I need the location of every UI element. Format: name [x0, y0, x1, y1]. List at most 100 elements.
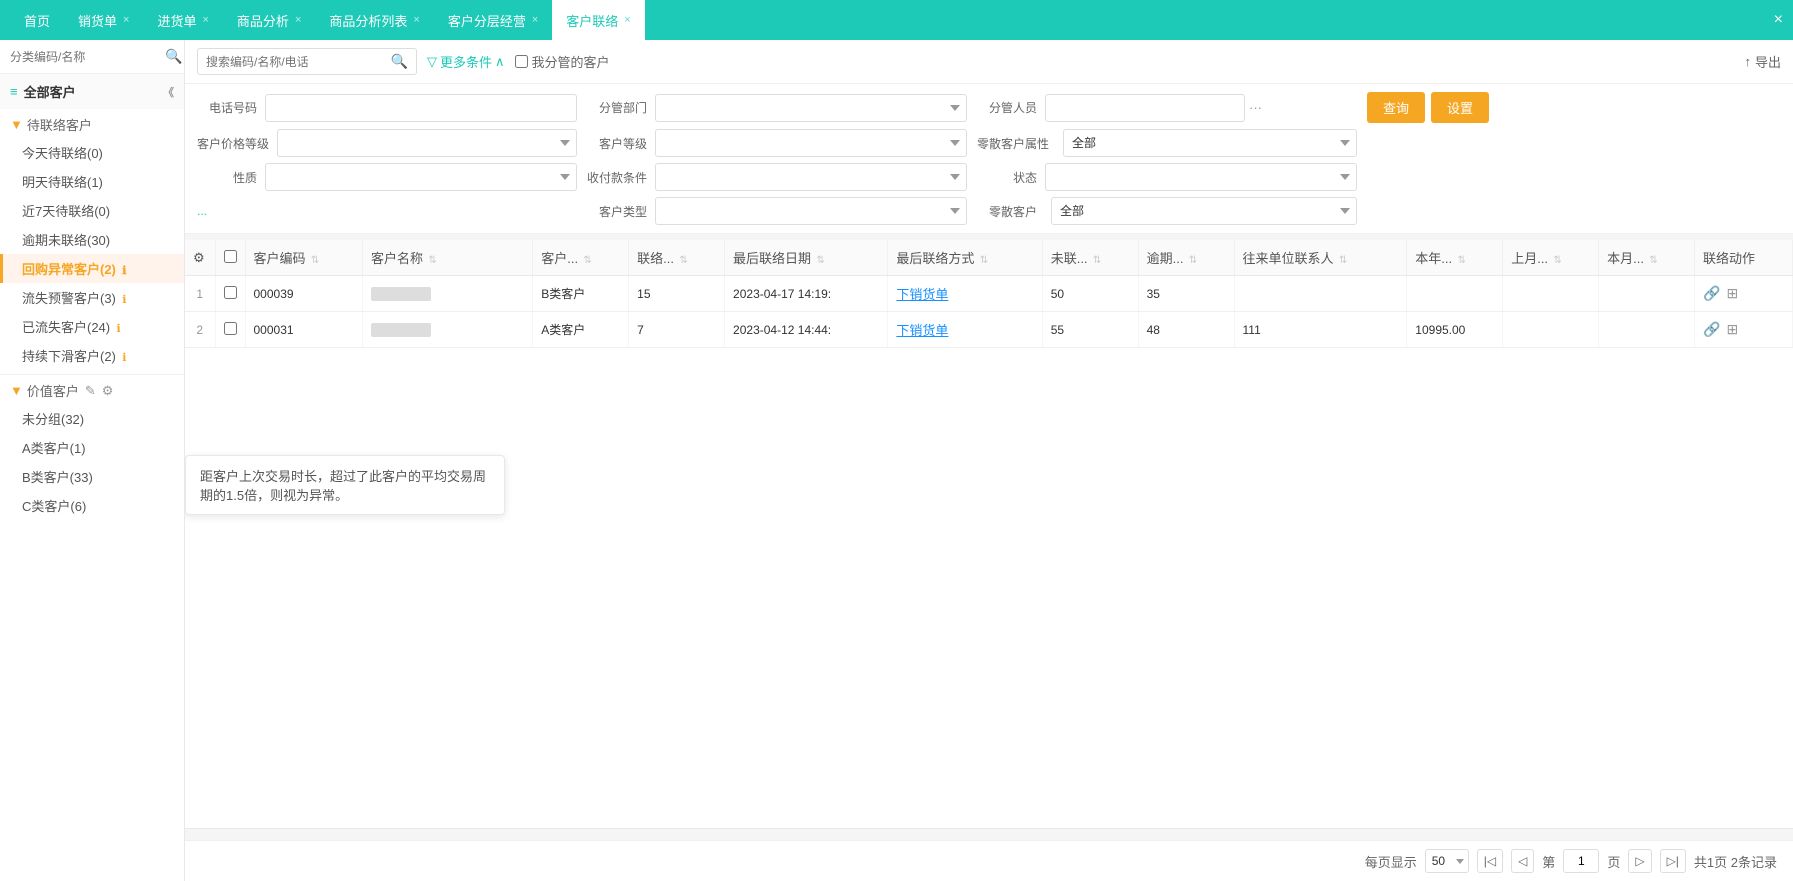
sidebar-item-churn-warning[interactable]: 流失预警客户(3) ℹ	[0, 283, 184, 312]
payment-select[interactable]	[655, 163, 967, 191]
close-purchase-icon[interactable]: ×	[202, 14, 208, 26]
retail-attr-select[interactable]: 全部	[1063, 129, 1357, 157]
settings-value-icon[interactable]: ⚙	[102, 383, 114, 399]
sort-contact-icon[interactable]: ⇅	[679, 255, 687, 266]
sidebar-search-input[interactable]	[10, 50, 165, 64]
settings-button[interactable]: 设置	[1431, 92, 1489, 123]
sidebar-search-area: 🔍	[0, 40, 184, 74]
sidebar-item-overdue[interactable]: 逾期未联络(30)	[0, 225, 184, 254]
row-1-code[interactable]: 000039	[245, 276, 362, 312]
sidebar-item-unclassified[interactable]: 未分组(32)	[0, 404, 184, 433]
status-select[interactable]	[1045, 163, 1357, 191]
row-2-checkbox[interactable]	[224, 322, 237, 335]
row-1-checkbox[interactable]	[224, 286, 237, 299]
edit-value-icon[interactable]: ✎	[85, 383, 96, 399]
close-customer-tier-icon[interactable]: ×	[532, 14, 538, 26]
scroll-bar[interactable]	[185, 828, 1793, 840]
more-filters-button[interactable]: ▽ 更多条件 ∧	[427, 52, 505, 71]
grid-icon-1[interactable]: ⊞	[1726, 285, 1738, 302]
row-1-last-method[interactable]: 下销货单	[888, 276, 1042, 312]
link-icon-1[interactable]: 🔗	[1703, 285, 1720, 302]
gear-icon[interactable]: ⚙	[193, 250, 205, 265]
close-customer-contact-icon[interactable]: ×	[624, 14, 630, 26]
close-all-tabs-icon[interactable]: ×	[1774, 11, 1783, 29]
row-1-this-year	[1407, 276, 1503, 312]
row-2-contact-count: 7	[629, 312, 725, 348]
dept-select[interactable]	[655, 94, 967, 122]
close-sales-icon[interactable]: ×	[123, 14, 129, 26]
filter-retail-attr: 零散客户属性 全部	[977, 129, 1357, 157]
gender-select[interactable]	[265, 163, 577, 191]
col-uncontacted: 未联... ⇅	[1042, 240, 1138, 276]
select-all-checkbox[interactable]	[224, 250, 237, 263]
row-checkbox-2	[215, 312, 245, 348]
close-product-list-icon[interactable]: ×	[413, 14, 419, 26]
sidebar-item-tomorrow[interactable]: 明天待联络(1)	[0, 167, 184, 196]
row-1-grade: B类客户	[533, 276, 629, 312]
price-grade-select[interactable]	[277, 129, 577, 157]
sort-uncontacted-icon[interactable]: ⇅	[1093, 255, 1101, 266]
sidebar-search-icon[interactable]: 🔍	[165, 48, 182, 65]
sidebar-item-abnormal[interactable]: 回购异常客户(2) ℹ	[0, 254, 184, 283]
sidebar-item-declining[interactable]: 持续下滑客户(2) ℹ	[0, 341, 184, 370]
retail-customer-select[interactable]: 全部	[1051, 197, 1357, 225]
customer-grade-select[interactable]	[655, 129, 967, 157]
sidebar-all-customers[interactable]: ≡ 全部客户 《	[0, 74, 184, 109]
sidebar-item-7days[interactable]: 近7天待联络(0)	[0, 196, 184, 225]
last-page-button[interactable]: ▷|	[1660, 849, 1686, 873]
nav-item-customer-tier[interactable]: 客户分层经营 ×	[434, 0, 552, 40]
sidebar-item-churned[interactable]: 已流失客户(24) ℹ	[0, 312, 184, 341]
filter-row-1: 电话号码 分管部门 分管人员 ··· 查询 设置	[197, 92, 1781, 123]
nav-item-product-analysis[interactable]: 商品分析 ×	[223, 0, 315, 40]
sidebar-item-class-c[interactable]: C类客户(6)	[0, 491, 184, 520]
filter-retail-customer: 零散客户 全部	[977, 197, 1357, 225]
sort-method-icon[interactable]: ⇅	[980, 255, 988, 266]
nav-item-customer-contact[interactable]: 客户联络 ×	[552, 0, 644, 40]
first-page-button[interactable]: |◁	[1477, 849, 1503, 873]
customer-type-select[interactable]	[655, 197, 967, 225]
collapse-sidebar-icon[interactable]: 《	[163, 84, 174, 100]
link-icon-2[interactable]: 🔗	[1703, 321, 1720, 338]
prev-page-button[interactable]: ◁	[1511, 849, 1534, 873]
sidebar-item-class-b[interactable]: B类客户(33)	[0, 462, 184, 491]
col-last-date: 最后联络日期 ⇅	[725, 240, 888, 276]
next-page-button[interactable]: ▷	[1628, 849, 1651, 873]
row-2-code[interactable]: 000031	[245, 312, 362, 348]
sort-contact-person-icon[interactable]: ⇅	[1339, 255, 1347, 266]
nav-item-sales[interactable]: 销货单 ×	[64, 0, 143, 40]
sort-this-month-icon[interactable]: ⇅	[1649, 255, 1657, 266]
phone-input[interactable]	[265, 94, 577, 122]
sort-code-icon[interactable]: ⇅	[311, 255, 319, 266]
more-filter-icon[interactable]: ...	[197, 204, 207, 218]
search-icon[interactable]: 🔍	[391, 53, 408, 70]
sort-grade-icon[interactable]: ⇅	[583, 255, 591, 266]
my-customers-checkbox[interactable]	[515, 55, 528, 68]
export-button[interactable]: ↑ 导出	[1744, 52, 1781, 71]
row-2-last-method[interactable]: 下销货单	[888, 312, 1042, 348]
grid-icon-2[interactable]: ⊞	[1726, 321, 1738, 338]
search-input[interactable]	[206, 55, 391, 69]
nav-item-home[interactable]: 首页	[10, 0, 64, 40]
row-2-action: 🔗 ⊞	[1695, 312, 1793, 348]
tooltip-popup: 距客户上次交易时长，超过了此客户的平均交易周期的1.5倍，则视为异常。	[185, 455, 505, 515]
close-product-analysis-icon[interactable]: ×	[295, 14, 301, 26]
toolbar: 🔍 ▽ 更多条件 ∧ 我分管的客户 ↑ 导出	[185, 40, 1793, 84]
sort-last-month-icon[interactable]: ⇅	[1553, 255, 1561, 266]
nav-item-product-list[interactable]: 商品分析列表 ×	[315, 0, 433, 40]
sort-name-icon[interactable]: ⇅	[428, 255, 436, 266]
sort-date-icon[interactable]: ⇅	[816, 255, 824, 266]
filter-price-grade: 客户价格等级	[197, 129, 577, 157]
col-checkbox	[215, 240, 245, 276]
row-1-name-blurred	[371, 287, 431, 301]
sidebar-item-today[interactable]: 今天待联络(0)	[0, 138, 184, 167]
manager-more-icon[interactable]: ···	[1249, 100, 1262, 115]
query-button[interactable]: 查询	[1367, 92, 1425, 123]
sort-overdue-icon[interactable]: ⇅	[1189, 255, 1197, 266]
manager-input[interactable]	[1045, 94, 1245, 122]
sort-this-year-icon[interactable]: ⇅	[1457, 255, 1465, 266]
nav-item-purchase[interactable]: 进货单 ×	[143, 0, 222, 40]
page-size-select[interactable]: 50	[1425, 849, 1469, 873]
page-input[interactable]	[1563, 849, 1599, 873]
export-icon: ↑	[1744, 54, 1751, 69]
sidebar-item-class-a[interactable]: A类客户(1)	[0, 433, 184, 462]
